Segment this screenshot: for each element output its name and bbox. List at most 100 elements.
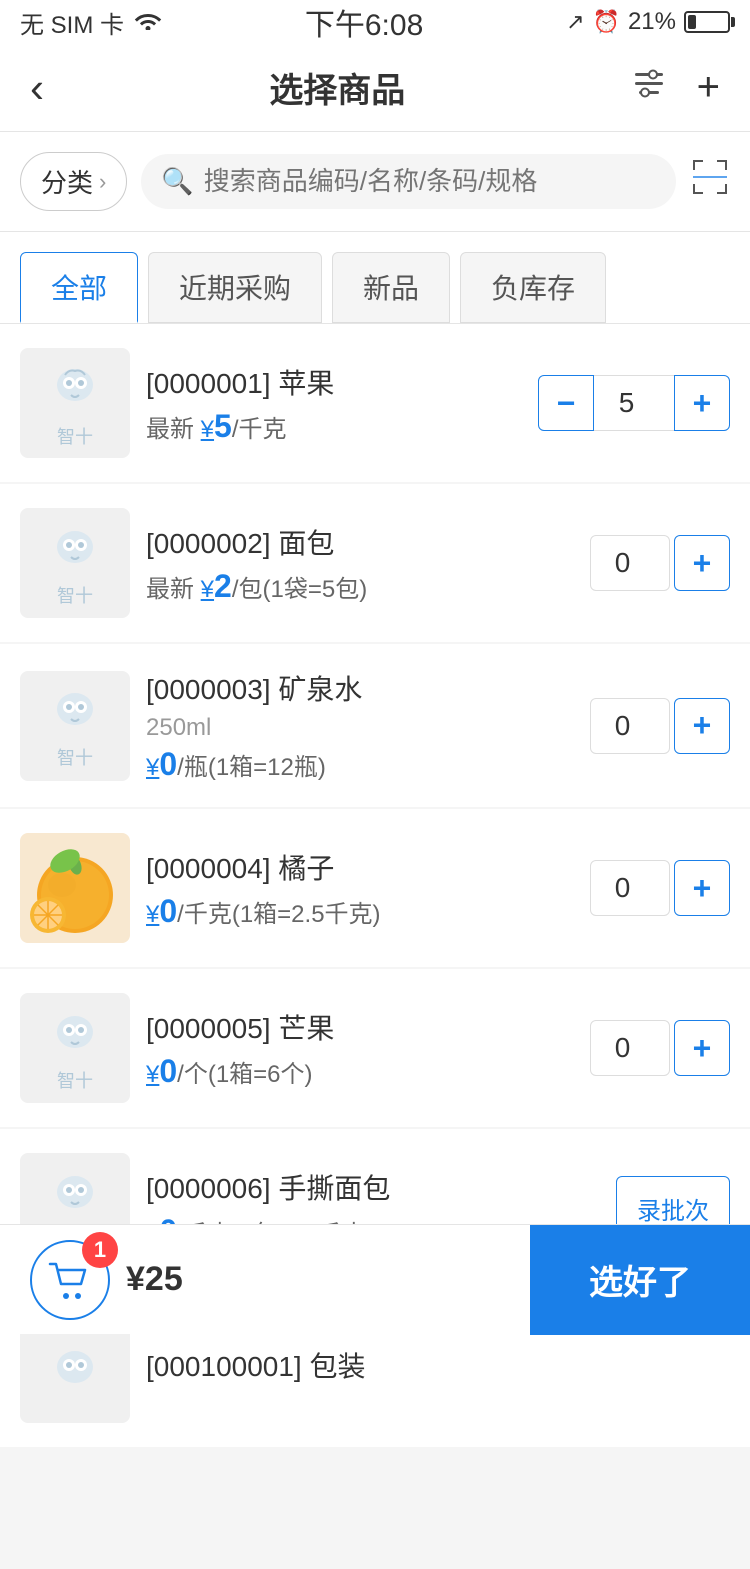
increase-button[interactable]: + (674, 375, 730, 431)
cart-badge: 1 (82, 1232, 118, 1268)
cart-icon[interactable]: 1 (30, 1240, 110, 1320)
checkout-button[interactable]: 选好了 (530, 1225, 750, 1335)
add-icon[interactable]: + (697, 65, 720, 110)
quantity-input[interactable] (590, 1020, 670, 1076)
product-image: 智十 (20, 671, 130, 781)
brand-text: 智十 (57, 1067, 93, 1093)
status-bar: 无 SIM 卡 下午6:08 ↗ ⏰ 21% (0, 0, 750, 44)
owl-icon (49, 1339, 101, 1398)
product-price: ¥0/瓶(1箱=12瓶) (146, 746, 574, 783)
bottom-bar: 1 ¥25 选好了 (0, 1224, 750, 1334)
owl-icon (49, 681, 101, 740)
quantity-input[interactable] (590, 535, 670, 591)
decrease-button[interactable]: − (538, 375, 594, 431)
product-name: [0000001] 苹果 (146, 362, 522, 402)
product-name: [000100001] 包装 (146, 1345, 730, 1385)
product-price: ¥0/千克(1箱=2.5千克) (146, 893, 574, 930)
product-info: [000100001] 包装 (146, 1345, 730, 1391)
brand-text: 智十 (57, 423, 93, 449)
carrier-label: 无 SIM 卡 (20, 5, 124, 40)
price-unit: /包(1袋=5包) (232, 576, 367, 603)
table-row: 智十 [0000001] 苹果 最新 ¥5/千克 − + (0, 324, 750, 482)
increase-button[interactable]: + (674, 698, 730, 754)
quantity-control: − + (538, 375, 730, 431)
search-bar: 分类 › 🔍 (0, 132, 750, 232)
status-left: 无 SIM 卡 (20, 5, 162, 40)
price-value: 0 (159, 746, 177, 782)
price-symbol: ¥ (146, 1061, 159, 1088)
product-info: [0000004] 橘子 ¥0/千克(1箱=2.5千克) (146, 847, 574, 930)
scan-icon[interactable] (690, 157, 730, 206)
quantity-input[interactable] (594, 375, 674, 431)
category-arrow: › (99, 169, 106, 195)
price-value: 5 (214, 408, 232, 444)
price-unit: /千克(1箱=2.5千克) (177, 901, 380, 928)
location-icon: ↗ (566, 9, 584, 35)
product-name: [0000002] 面包 (146, 522, 574, 562)
increase-button[interactable]: + (674, 860, 730, 916)
price-value: 2 (214, 568, 232, 604)
category-button[interactable]: 分类 › (20, 152, 127, 211)
tab-all[interactable]: 全部 (20, 252, 138, 323)
price-unit: /千克 (232, 416, 287, 443)
price-label: 最新 (146, 576, 201, 603)
search-input[interactable] (204, 166, 656, 197)
price-label: 最新 (146, 416, 201, 443)
product-list: 智十 [0000001] 苹果 最新 ¥5/千克 − + 智十 (0, 324, 750, 1569)
tab-negative[interactable]: 负库存 (460, 252, 606, 323)
search-input-wrap: 🔍 (141, 154, 676, 209)
increase-button[interactable]: + (674, 535, 730, 591)
quantity-control: + (590, 860, 730, 916)
table-row: 智十 [0000003] 矿泉水 250ml ¥0/瓶(1箱=12瓶) + (0, 644, 750, 807)
tab-bar: 全部 近期采购 新品 负库存 (0, 232, 750, 324)
wifi-icon (134, 8, 162, 37)
price-value: 0 (159, 893, 177, 929)
filter-icon[interactable] (631, 66, 667, 110)
quantity-input[interactable] (590, 860, 670, 916)
product-name: [0000004] 橘子 (146, 847, 574, 887)
increase-button[interactable]: + (674, 1020, 730, 1076)
table-row: [0000004] 橘子 ¥0/千克(1箱=2.5千克) + (0, 809, 750, 967)
product-info: [0000001] 苹果 最新 ¥5/千克 (146, 362, 522, 445)
tab-new[interactable]: 新品 (332, 252, 450, 323)
search-icon: 🔍 (161, 166, 193, 197)
product-spec: 250ml (146, 714, 574, 742)
brand-text: 智十 (57, 582, 93, 608)
battery-percent: 21% (628, 8, 676, 36)
product-name: [0000003] 矿泉水 (146, 668, 574, 708)
category-label: 分类 (41, 163, 93, 200)
product-price: 最新 ¥2/包(1袋=5包) (146, 568, 574, 605)
nav-bar: ‹ 选择商品 + (0, 44, 750, 132)
product-info: [0000002] 面包 最新 ¥2/包(1袋=5包) (146, 522, 574, 605)
product-price: ¥0/个(1箱=6个) (146, 1053, 574, 1090)
product-image: 智十 (20, 348, 130, 458)
price-unit: /个(1箱=6个) (177, 1061, 312, 1088)
product-image (20, 833, 130, 943)
price-symbol: ¥ (201, 576, 214, 603)
price-unit: /瓶(1箱=12瓶) (177, 754, 326, 781)
product-name: [0000006] 手撕面包 (146, 1167, 600, 1207)
owl-icon (49, 1004, 101, 1063)
product-info: [0000003] 矿泉水 250ml ¥0/瓶(1箱=12瓶) (146, 668, 574, 783)
nav-actions: + (631, 65, 720, 110)
alarm-icon: ⏰ (593, 9, 620, 35)
price-value: 0 (159, 1053, 177, 1089)
page-title: 选择商品 (269, 63, 405, 112)
cart-area: 1 ¥25 (0, 1240, 530, 1320)
product-info: [0000005] 芒果 ¥0/个(1箱=6个) (146, 1007, 574, 1090)
cart-total: ¥25 (126, 1260, 183, 1299)
product-image: 智十 (20, 508, 130, 618)
quantity-input[interactable] (590, 698, 670, 754)
owl-icon (49, 357, 101, 419)
status-time: 下午6:08 (305, 0, 423, 44)
price-symbol: ¥ (146, 901, 159, 928)
price-symbol: ¥ (201, 416, 214, 443)
tab-recent[interactable]: 近期采购 (148, 252, 322, 323)
quantity-control: + (590, 698, 730, 754)
status-right: ↗ ⏰ 21% (566, 8, 730, 36)
product-price: 最新 ¥5/千克 (146, 408, 522, 445)
back-button[interactable]: ‹ (30, 64, 44, 112)
price-symbol: ¥ (146, 754, 159, 781)
brand-text: 智十 (57, 744, 93, 770)
product-name: [0000005] 芒果 (146, 1007, 574, 1047)
